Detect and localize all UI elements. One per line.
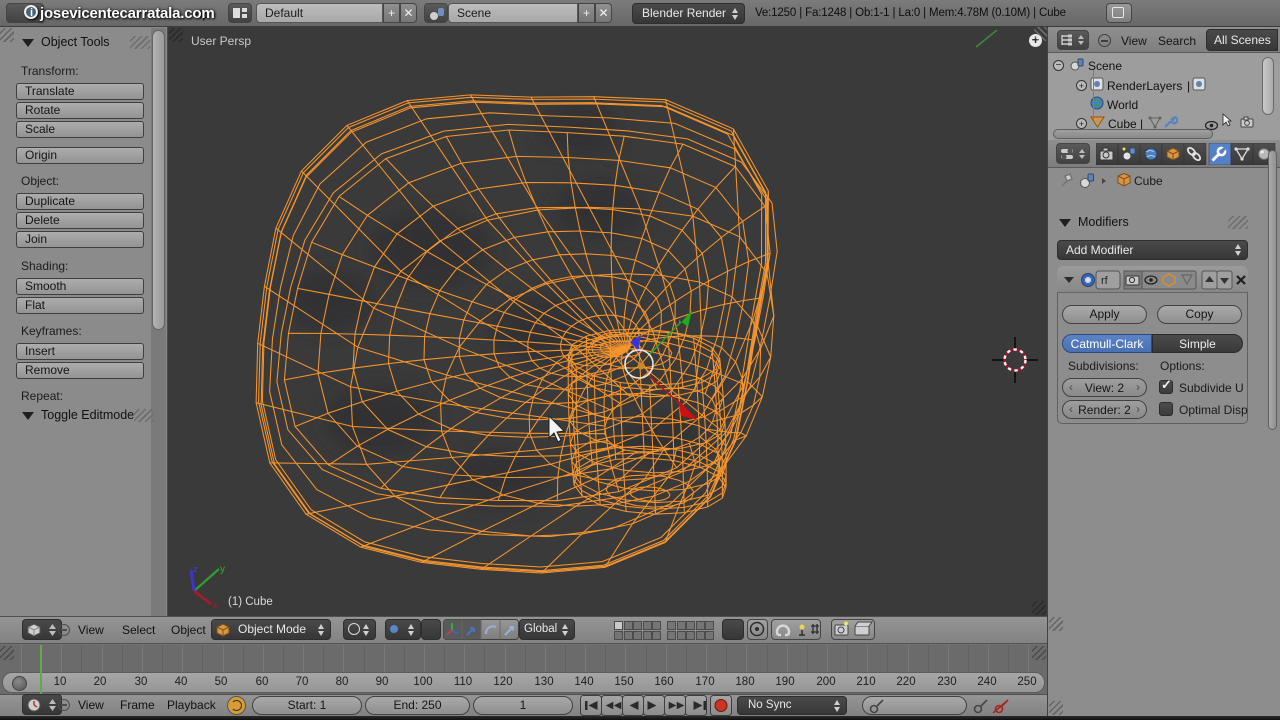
svg-text:y: y xyxy=(220,564,225,575)
svg-text:rf: rf xyxy=(1101,275,1109,287)
svg-text:z: z xyxy=(193,564,198,574)
svg-text:x: x xyxy=(213,600,218,610)
